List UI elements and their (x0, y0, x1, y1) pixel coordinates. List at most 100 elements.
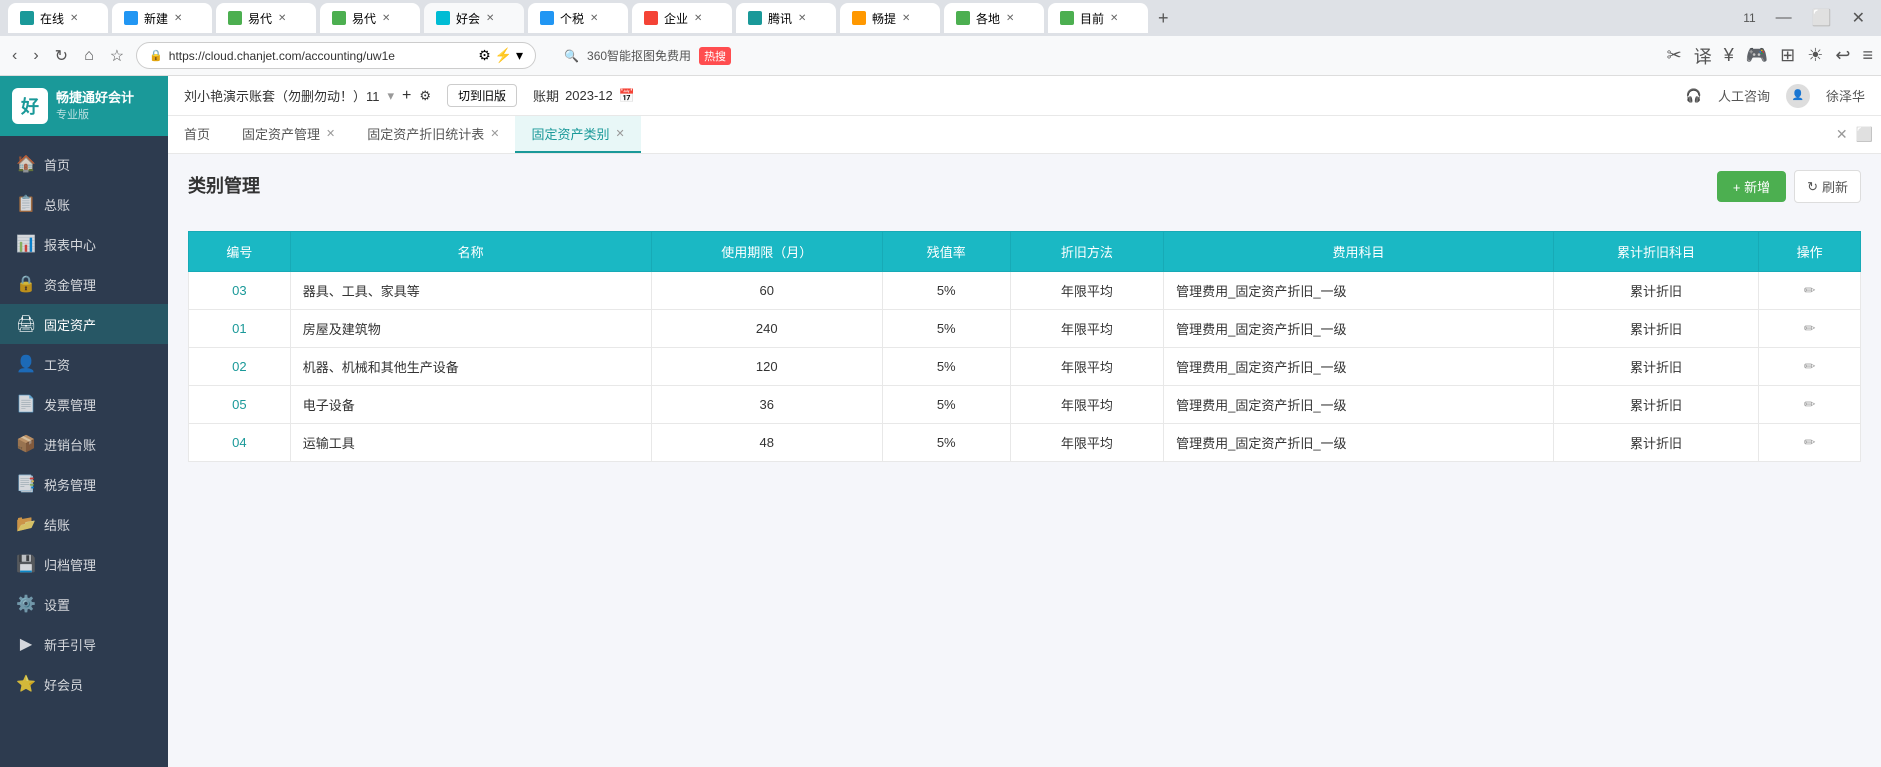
row3-expense: 管理费用_固定资产折旧_一级 (1164, 348, 1554, 386)
sidebar-item-settlement[interactable]: 📂 结账 (0, 504, 168, 544)
tab-close-11[interactable]: ✕ (1110, 13, 1118, 24)
browser-tab-5[interactable]: 好会 ✕ (424, 3, 524, 33)
sidebar-item-label-tax: 税务管理 (44, 475, 96, 494)
row5-edit-icon[interactable]: ✏ (1804, 434, 1816, 450)
app-layout: 好 畅捷通好会计 专业版 🏠 首页 📋 总账 📊 报表中心 🔒 资金管理 (0, 76, 1881, 767)
home-button[interactable]: ⌂ (80, 43, 98, 69)
tab-bar-close-icon[interactable]: ✕ (1836, 126, 1848, 143)
row2-code[interactable]: 01 (189, 310, 291, 348)
search-icon: 🔍 (564, 49, 579, 63)
sidebar-item-inventory[interactable]: 📦 进销台账 (0, 424, 168, 464)
sidebar-item-payroll[interactable]: 👤 工资 (0, 344, 168, 384)
sidebar-item-label-guide: 新手引导 (44, 635, 96, 654)
row3-code[interactable]: 02 (189, 348, 291, 386)
back-button[interactable]: ‹ (8, 43, 21, 69)
row2-expense: 管理费用_固定资产折旧_一级 (1164, 310, 1554, 348)
row4-code[interactable]: 05 (189, 386, 291, 424)
account-add-icon[interactable]: + (402, 87, 411, 105)
calendar-icon[interactable]: 📅 (619, 88, 635, 104)
sidebar-item-archive[interactable]: 💾 归档管理 (0, 544, 168, 584)
sidebar-item-fixed-assets[interactable]: 🖨 固定资产 (0, 304, 168, 344)
ledger-icon: 📋 (16, 194, 36, 214)
tab-close-6[interactable]: ✕ (590, 13, 598, 24)
row3-months: 120 (651, 348, 882, 386)
tab-close-10[interactable]: ✕ (1006, 13, 1014, 24)
tab-depreciation-close[interactable]: ✕ (490, 127, 499, 140)
guide-icon: ▶ (16, 634, 36, 654)
refresh-button[interactable]: ↻ 刷新 (1794, 170, 1861, 203)
sidebar-item-home[interactable]: 🏠 首页 (0, 144, 168, 184)
tab-fixed-mgmt[interactable]: 固定资产管理 ✕ (226, 116, 351, 153)
sidebar-item-settings[interactable]: ⚙️ 设置 (0, 584, 168, 624)
tab-close-9[interactable]: ✕ (902, 13, 910, 24)
browser-tab-11[interactable]: 目前 ✕ (1048, 3, 1148, 33)
forward-button[interactable]: › (29, 43, 42, 69)
tab-fixed-mgmt-label: 固定资产管理 (242, 124, 320, 143)
new-tab-button[interactable]: + (1152, 8, 1175, 29)
account-settings-icon[interactable]: ⚙ (419, 88, 431, 104)
grid-icon: ⊞ (1780, 45, 1795, 66)
tab-close-4[interactable]: ✕ (382, 13, 390, 24)
row3-residual: 5% (882, 348, 1010, 386)
sidebar-item-funds[interactable]: 🔒 资金管理 (0, 264, 168, 304)
home-icon: 🏠 (16, 154, 36, 174)
reload-button[interactable]: ↻ (51, 42, 72, 70)
row5-code[interactable]: 04 (189, 424, 291, 462)
tab-close-7[interactable]: ✕ (694, 13, 702, 24)
row2-action: ✏ (1759, 310, 1861, 348)
row3-edit-icon[interactable]: ✏ (1804, 358, 1816, 374)
tab-close-8[interactable]: ✕ (798, 13, 806, 24)
browser-tab-1[interactable]: 在线 ✕ (8, 3, 108, 33)
tab-home-label: 首页 (184, 124, 210, 143)
col-expense: 费用科目 (1164, 232, 1554, 272)
browser-tab-3[interactable]: 易代 ✕ (216, 3, 316, 33)
add-button[interactable]: + 新增 (1717, 171, 1786, 202)
browser-tab-6[interactable]: 个税 ✕ (528, 3, 628, 33)
tab-category-close[interactable]: ✕ (616, 127, 625, 140)
top-bar: 刘小艳演示账套（勿删勿动！）11 ▾ + ⚙ 切到旧版 账期 2023-12 📅… (168, 76, 1881, 116)
sidebar-item-guide[interactable]: ▶ 新手引导 (0, 624, 168, 664)
row1-name: 器具、工具、家具等 (290, 272, 651, 310)
tab-close-2[interactable]: ✕ (174, 13, 182, 24)
row1-code[interactable]: 03 (189, 272, 291, 310)
tab-bar-expand-icon[interactable]: ⬜ (1856, 126, 1873, 143)
tab-depreciation[interactable]: 固定资产折旧统计表 ✕ (351, 116, 515, 153)
browser-tab-2[interactable]: 新建 ✕ (112, 3, 212, 33)
tab-category[interactable]: 固定资产类别 ✕ (515, 116, 640, 153)
account-dropdown-icon[interactable]: ▾ (388, 88, 395, 104)
address-url: https://cloud.chanjet.com/accounting/uw1… (169, 49, 395, 63)
table-row: 05 电子设备 36 5% 年限平均 管理费用_固定资产折旧_一级 累计折旧 ✏ (189, 386, 1861, 424)
tab-fixed-mgmt-close[interactable]: ✕ (326, 127, 335, 140)
row2-edit-icon[interactable]: ✏ (1804, 320, 1816, 336)
browser-tab-7[interactable]: 企业 ✕ (632, 3, 732, 33)
bookmark-button[interactable]: ☆ (106, 42, 128, 70)
sidebar-item-label-funds: 资金管理 (44, 275, 96, 294)
sidebar-item-label-settings: 设置 (44, 595, 70, 614)
tab-depreciation-label: 固定资产折旧统计表 (367, 124, 484, 143)
tab-home[interactable]: 首页 (168, 116, 226, 153)
tab-close-3[interactable]: ✕ (278, 13, 286, 24)
address-bar-icons: ⚙ ⚡ ▾ (478, 47, 523, 64)
sidebar-item-vip[interactable]: ⭐ 好会员 (0, 664, 168, 704)
row1-edit-icon[interactable]: ✏ (1804, 282, 1816, 298)
browser-tab-8[interactable]: 腾讯 ✕ (736, 3, 836, 33)
data-table: 编号 名称 使用期限（月） 残值率 折旧方法 费用科目 累计折旧科目 操作 03… (188, 231, 1861, 462)
fixed-assets-icon: 🖨 (16, 314, 36, 334)
browser-tab-9[interactable]: 畅提 ✕ (840, 3, 940, 33)
search-area: 🔍 360智能抠图免费用 热搜 (544, 47, 1659, 65)
tab-close-5[interactable]: ✕ (486, 13, 494, 24)
row2-method: 年限平均 (1010, 310, 1164, 348)
browser-tab-10[interactable]: 各地 ✕ (944, 3, 1044, 33)
hot-label: 热搜 (699, 47, 731, 65)
sidebar-item-invoice[interactable]: 📄 发票管理 (0, 384, 168, 424)
switch-old-version-btn[interactable]: 切到旧版 (447, 84, 517, 107)
sidebar-item-tax[interactable]: 📑 税务管理 (0, 464, 168, 504)
row4-edit-icon[interactable]: ✏ (1804, 396, 1816, 412)
sidebar-item-reports[interactable]: 📊 报表中心 (0, 224, 168, 264)
tab-close-1[interactable]: ✕ (70, 13, 78, 24)
row1-expense: 管理费用_固定资产折旧_一级 (1164, 272, 1554, 310)
sidebar-item-label-fixed-assets: 固定资产 (44, 315, 96, 334)
sidebar-item-ledger[interactable]: 📋 总账 (0, 184, 168, 224)
address-bar[interactable]: 🔒 https://cloud.chanjet.com/accounting/u… (136, 42, 536, 69)
browser-tab-4[interactable]: 易代 ✕ (320, 3, 420, 33)
